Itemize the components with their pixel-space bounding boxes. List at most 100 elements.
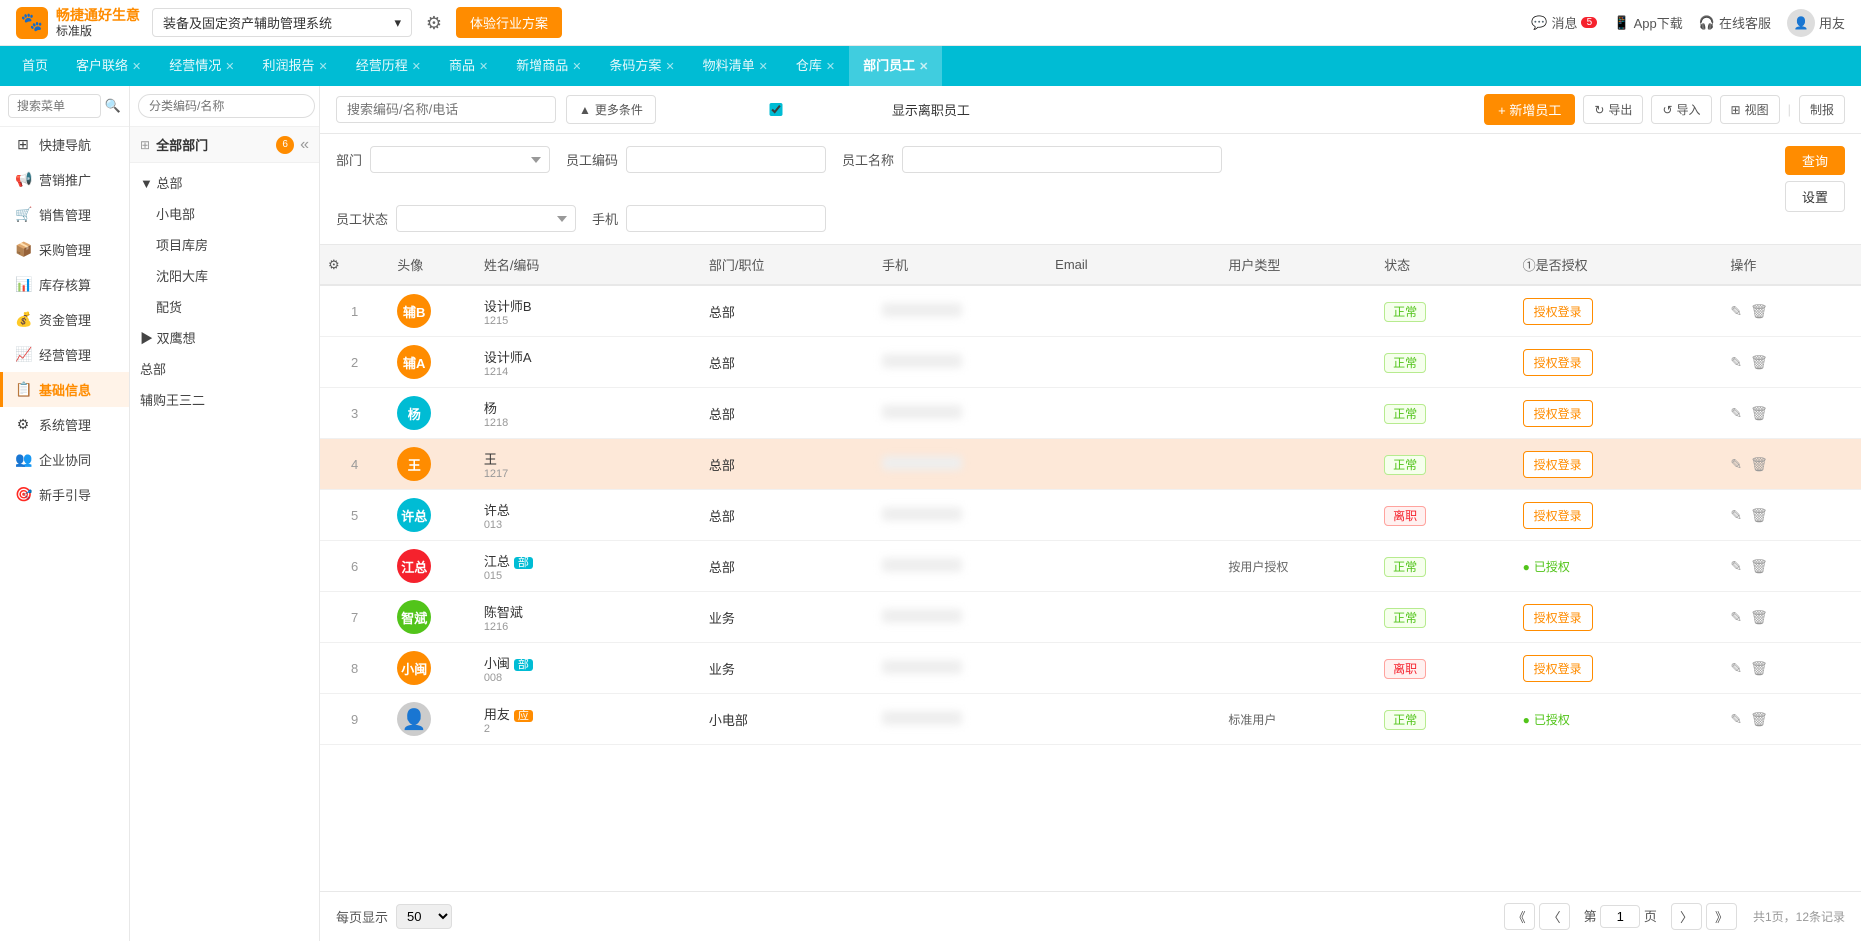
tab-close-icon[interactable]: ✕ [319, 61, 328, 73]
col-header-settings[interactable]: ⚙ [320, 245, 389, 285]
edit-icon[interactable]: ✎ [1730, 711, 1742, 728]
auth-login-button[interactable]: 授权登录 [1523, 502, 1593, 529]
delete-icon[interactable]: 🗑 [1750, 609, 1768, 626]
nav-tab-goods[interactable]: 商品✕ [435, 46, 502, 86]
edit-icon[interactable]: ✎ [1730, 405, 1742, 422]
dept-collapse-icon[interactable]: « [300, 136, 309, 154]
auth-login-button[interactable]: 授权登录 [1523, 451, 1593, 478]
tab-close-icon[interactable]: ✕ [479, 61, 488, 73]
show-resign-toggle[interactable]: 显示离职员工 [666, 100, 970, 119]
nav-tab-barcode[interactable]: 条码方案✕ [595, 46, 688, 86]
tab-close-icon[interactable]: ✕ [132, 61, 141, 73]
auth-login-button[interactable]: 授权登录 [1523, 655, 1593, 682]
page-number-input[interactable] [1600, 905, 1640, 928]
export-button[interactable]: ↻ 导出 [1583, 95, 1643, 124]
view-button[interactable]: ⊞ 视图 [1720, 95, 1780, 124]
nav-tab-staff[interactable]: 部门员工✕ [849, 46, 942, 86]
sidebar-item-sales[interactable]: 🛒销售管理 [0, 197, 129, 232]
per-page-select[interactable]: 50 100 200 [396, 904, 452, 929]
sidebar-item-guide[interactable]: 🎯新手引导 [0, 477, 129, 512]
tab-close-icon[interactable]: ✕ [759, 61, 768, 73]
dept-node-zongshe[interactable]: ▼ 总部 [130, 167, 319, 198]
settings-icon[interactable]: ⚙ [424, 13, 444, 33]
sidebar-search-input[interactable] [8, 94, 101, 118]
dept-node-xiangmu[interactable]: 项目库房 [130, 229, 319, 260]
online-service-button[interactable]: 🎧 在线客服 [1699, 13, 1771, 32]
delete-icon[interactable]: 🗑 [1750, 711, 1768, 728]
nav-tab-profit[interactable]: 利润报告✕ [248, 46, 341, 86]
edit-icon[interactable]: ✎ [1730, 609, 1742, 626]
tab-close-icon[interactable]: ✕ [412, 61, 421, 73]
sidebar-item-enterprise[interactable]: 👥企业协同 [0, 442, 129, 477]
sidebar-item-operation[interactable]: 📈经营管理 [0, 337, 129, 372]
nav-tab-newgoods[interactable]: 新增商品✕ [502, 46, 595, 86]
dept-filter-select[interactable] [370, 146, 550, 173]
sidebar-item-purchase[interactable]: 📦采购管理 [0, 232, 129, 267]
edit-icon[interactable]: ✎ [1730, 354, 1742, 371]
nav-tab-process[interactable]: 经营历程✕ [342, 46, 435, 86]
sidebar-label-operation: 经营管理 [39, 345, 91, 364]
tab-close-icon[interactable]: ✕ [665, 61, 674, 73]
message-button[interactable]: 💬 消息 5 [1531, 13, 1597, 32]
tab-close-icon[interactable]: ✕ [919, 61, 928, 73]
next-page-button[interactable]: 〉 [1671, 903, 1702, 930]
sidebar-item-quick-nav[interactable]: ⊞快捷导航 [0, 127, 129, 162]
delete-icon[interactable]: 🗑 [1750, 558, 1768, 575]
sys-title[interactable]: 装备及固定资产辅助管理系统 ▾ [152, 8, 412, 37]
delete-icon[interactable]: 🗑 [1750, 660, 1768, 677]
search-input[interactable] [336, 96, 556, 123]
trial-button[interactable]: 体验行业方案 [456, 7, 562, 38]
prev-page-button[interactable]: 〈 [1539, 903, 1570, 930]
sidebar-item-marketing[interactable]: 📢营销推广 [0, 162, 129, 197]
edit-icon[interactable]: ✎ [1730, 507, 1742, 524]
col-header-op: 操作 [1722, 245, 1861, 285]
set-button[interactable]: 设置 [1785, 181, 1845, 212]
print-button[interactable]: 制报 [1799, 95, 1845, 124]
dept-node-peihuo[interactable]: 配货 [130, 291, 319, 322]
app-download-button[interactable]: 📱 App下载 [1613, 13, 1682, 32]
sidebar-item-finance[interactable]: 💰资金管理 [0, 302, 129, 337]
dept-node-buzhuang[interactable]: 辅购王三二 [130, 384, 319, 415]
code-filter-input[interactable] [626, 146, 826, 173]
nav-tab-warehouse[interactable]: 仓库✕ [782, 46, 849, 86]
delete-icon[interactable]: 🗑 [1750, 507, 1768, 524]
auth-login-button[interactable]: 授权登录 [1523, 604, 1593, 631]
nav-tab-business[interactable]: 经营情况✕ [155, 46, 248, 86]
tab-close-icon[interactable]: ✕ [826, 61, 835, 73]
user-area[interactable]: 👤 用友 [1787, 9, 1845, 37]
nav-tab-material[interactable]: 物料清单✕ [689, 46, 782, 86]
dept-node-zongbu[interactable]: 总部 [130, 353, 319, 384]
edit-icon[interactable]: ✎ [1730, 558, 1742, 575]
auth-login-button[interactable]: 授权登录 [1523, 400, 1593, 427]
sidebar-item-base[interactable]: 📋基础信息 [0, 372, 129, 407]
sidebar-item-inventory[interactable]: 📊库存核算 [0, 267, 129, 302]
dept-node-shuangying[interactable]: ▶ 双鹰想 [130, 322, 319, 353]
tab-close-icon[interactable]: ✕ [572, 61, 581, 73]
delete-icon[interactable]: 🗑 [1750, 303, 1768, 320]
edit-icon[interactable]: ✎ [1730, 303, 1742, 320]
nav-tab-customer[interactable]: 客户联络✕ [62, 46, 155, 86]
dept-node-xiaodian[interactable]: 小电部 [130, 198, 319, 229]
delete-icon[interactable]: 🗑 [1750, 456, 1768, 473]
edit-icon[interactable]: ✎ [1730, 660, 1742, 677]
add-employee-button[interactable]: + 新增员工 [1484, 94, 1575, 125]
nav-tab-home[interactable]: 首页 [8, 46, 62, 86]
first-page-button[interactable]: 《 [1504, 903, 1535, 930]
tab-close-icon[interactable]: ✕ [225, 61, 234, 73]
edit-icon[interactable]: ✎ [1730, 456, 1742, 473]
last-page-button[interactable]: 》 [1706, 903, 1737, 930]
import-button[interactable]: ↺ 导入 [1651, 95, 1711, 124]
phone-filter-input[interactable] [626, 205, 826, 232]
delete-icon[interactable]: 🗑 [1750, 354, 1768, 371]
sidebar-item-system[interactable]: ⚙系统管理 [0, 407, 129, 442]
show-resign-checkbox[interactable] [666, 103, 886, 116]
auth-login-button[interactable]: 授权登录 [1523, 349, 1593, 376]
query-button[interactable]: 查询 [1785, 146, 1845, 175]
more-filters-button[interactable]: ▲ 更多条件 [566, 95, 656, 124]
dept-node-shenyang[interactable]: 沈阳大库 [130, 260, 319, 291]
auth-login-button[interactable]: 授权登录 [1523, 298, 1593, 325]
delete-icon[interactable]: 🗑 [1750, 405, 1768, 422]
dept-search-input[interactable] [138, 94, 315, 118]
status-filter-select[interactable] [396, 205, 576, 232]
name-filter-input[interactable] [902, 146, 1222, 173]
